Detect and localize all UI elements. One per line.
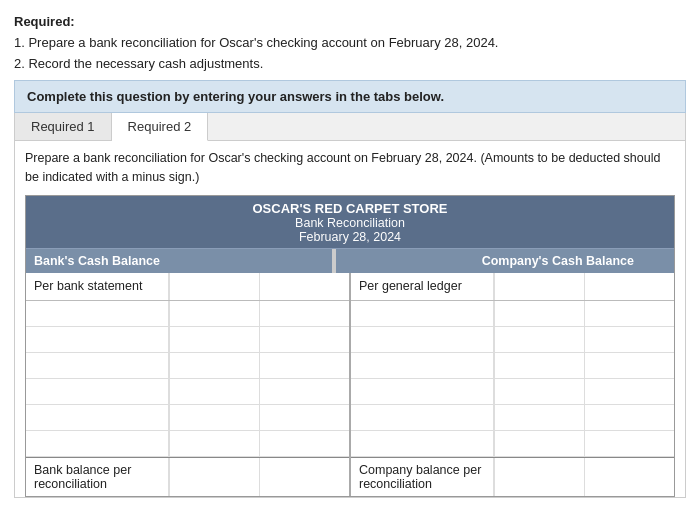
- right-empty-row-3: [351, 353, 674, 379]
- left-empty-row-2: [26, 327, 349, 353]
- left-last-row: Bank balance per reconciliation: [26, 457, 349, 496]
- right-empty-row-1: [351, 301, 674, 327]
- left-input-1b[interactable]: [259, 301, 349, 326]
- tab-instruction: Prepare a bank reconciliation for Oscar'…: [25, 149, 675, 187]
- right-input-5a[interactable]: [494, 405, 584, 430]
- right-last-label: Company balance per reconciliation: [351, 458, 494, 496]
- right-empty-row-4: [351, 379, 674, 405]
- left-input-4b[interactable]: [259, 379, 349, 404]
- recon-header: OSCAR'S RED CARPET STORE Bank Reconcilia…: [26, 196, 674, 248]
- left-input-2a[interactable]: [169, 327, 259, 352]
- tab-required-2[interactable]: Required 2: [112, 113, 209, 141]
- left-input-2b[interactable]: [259, 327, 349, 352]
- left-first-row: Per bank statement: [26, 273, 349, 301]
- left-input-1a[interactable]: [169, 301, 259, 326]
- left-first-input-2[interactable]: [259, 273, 349, 300]
- right-input-1b[interactable]: [584, 301, 674, 326]
- right-input-1a[interactable]: [494, 301, 584, 326]
- tab-content: Prepare a bank reconciliation for Oscar'…: [15, 141, 685, 497]
- left-empty-row-6: [26, 431, 349, 457]
- reconciliation-table: OSCAR'S RED CARPET STORE Bank Reconcilia…: [25, 195, 675, 497]
- left-col-header: Bank's Cash Balance: [26, 249, 334, 273]
- right-input-4a[interactable]: [494, 379, 584, 404]
- right-input-5b[interactable]: [584, 405, 674, 430]
- required-item-1: 1. Prepare a bank reconciliation for Osc…: [14, 35, 498, 50]
- left-last-label: Bank balance per reconciliation: [26, 458, 169, 496]
- left-last-input-2[interactable]: [259, 458, 349, 496]
- right-input-2b[interactable]: [584, 327, 674, 352]
- right-column: Per general ledger: [351, 273, 674, 496]
- column-headers: Bank's Cash Balance Company's Cash Balan…: [26, 248, 674, 273]
- left-input-3a[interactable]: [169, 353, 259, 378]
- left-input-6b[interactable]: [259, 431, 349, 456]
- right-input-4b[interactable]: [584, 379, 674, 404]
- right-last-input-2[interactable]: [584, 458, 674, 496]
- left-input-3b[interactable]: [259, 353, 349, 378]
- required-label: Required:: [14, 14, 75, 29]
- tabs-area: Required 1 Required 2 Prepare a bank rec…: [14, 113, 686, 498]
- left-first-input[interactable]: [169, 273, 259, 300]
- instruction-banner: Complete this question by entering your …: [14, 80, 686, 113]
- tabs-row: Required 1 Required 2: [15, 113, 685, 141]
- recon-body: Per bank statement: [26, 273, 674, 496]
- store-name: OSCAR'S RED CARPET STORE: [26, 201, 674, 216]
- right-input-3a[interactable]: [494, 353, 584, 378]
- right-input-6b[interactable]: [584, 431, 674, 456]
- right-input-6a[interactable]: [494, 431, 584, 456]
- right-empty-row-6: [351, 431, 674, 457]
- left-column: Per bank statement: [26, 273, 351, 496]
- page-container: Required: 1. Prepare a bank reconciliati…: [0, 0, 700, 508]
- recon-title: Bank Reconciliation: [26, 216, 674, 230]
- right-input-3b[interactable]: [584, 353, 674, 378]
- left-input-4a[interactable]: [169, 379, 259, 404]
- right-last-row: Company balance per reconciliation: [351, 457, 674, 496]
- left-empty-row-4: [26, 379, 349, 405]
- tab-required-1[interactable]: Required 1: [15, 113, 112, 140]
- right-first-input[interactable]: [494, 273, 584, 300]
- right-last-input[interactable]: [494, 458, 584, 496]
- left-input-5a[interactable]: [169, 405, 259, 430]
- left-empty-row-1: [26, 301, 349, 327]
- recon-date: February 28, 2024: [26, 230, 674, 244]
- right-first-row: Per general ledger: [351, 273, 674, 301]
- left-empty-row-5: [26, 405, 349, 431]
- left-input-6a[interactable]: [169, 431, 259, 456]
- right-empty-row-5: [351, 405, 674, 431]
- left-empty-row-3: [26, 353, 349, 379]
- right-first-input-2[interactable]: [584, 273, 674, 300]
- right-first-label: Per general ledger: [351, 273, 494, 300]
- left-first-label: Per bank statement: [26, 273, 169, 300]
- required-header: Required: 1. Prepare a bank reconciliati…: [14, 12, 686, 74]
- right-input-2a[interactable]: [494, 327, 584, 352]
- left-input-5b[interactable]: [259, 405, 349, 430]
- right-col-header: Company's Cash Balance: [336, 249, 674, 273]
- right-empty-row-2: [351, 327, 674, 353]
- left-last-input[interactable]: [169, 458, 259, 496]
- required-item-2: 2. Record the necessary cash adjustments…: [14, 56, 263, 71]
